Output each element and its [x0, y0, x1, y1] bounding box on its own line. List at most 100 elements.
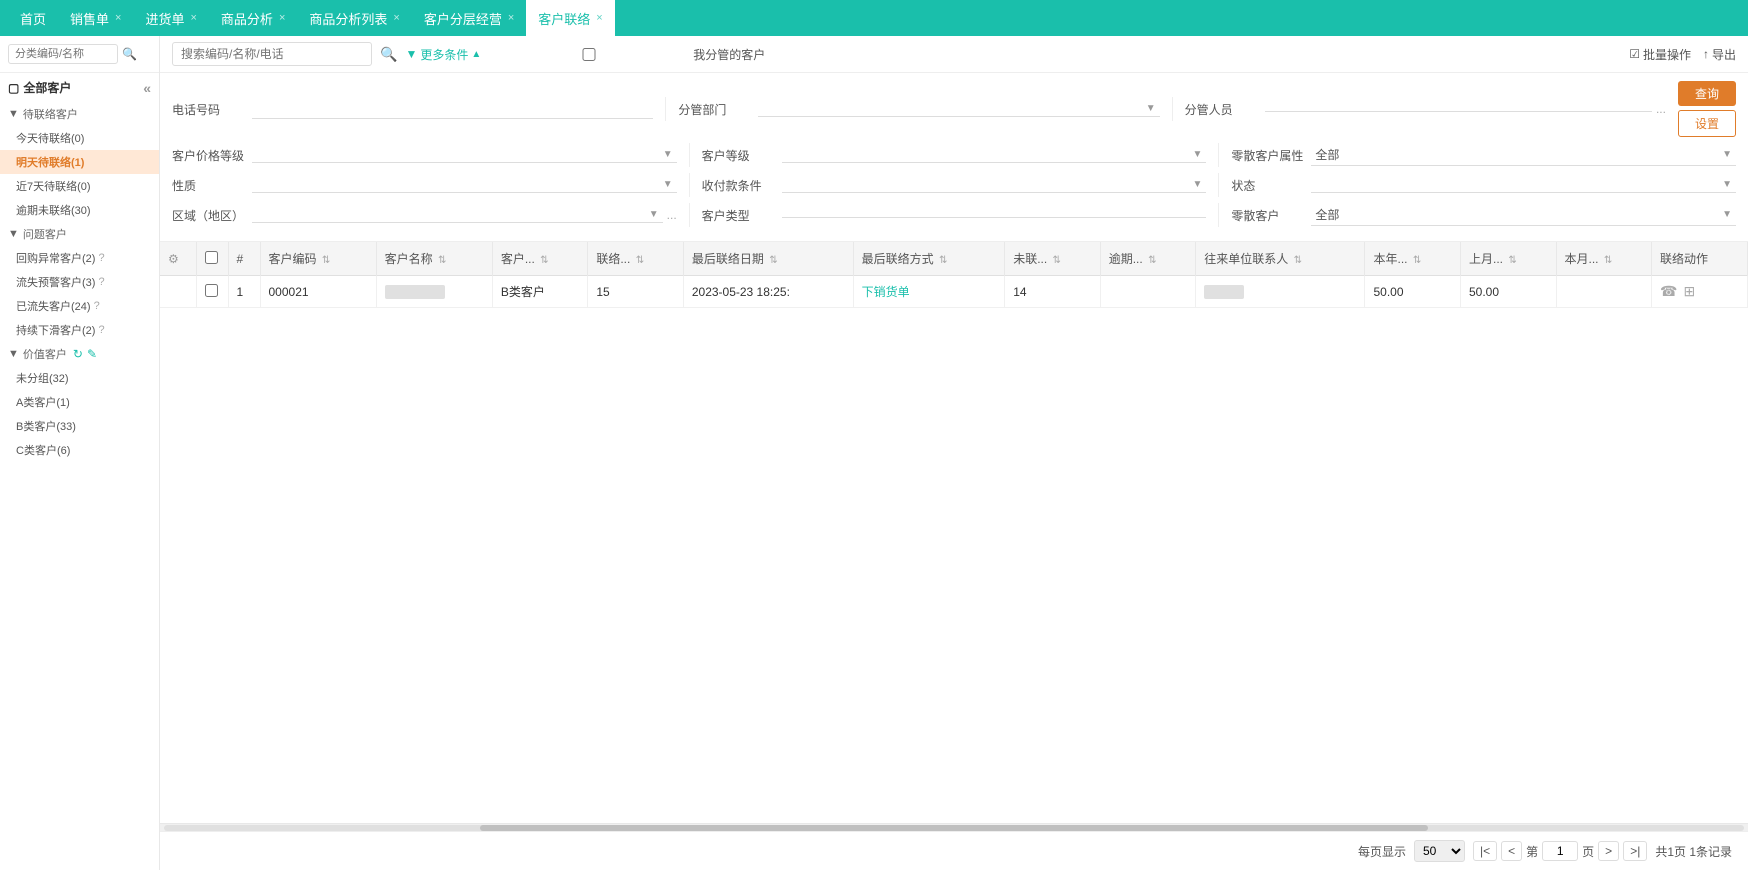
my-customers-checkbox[interactable]: [489, 48, 689, 61]
export-button[interactable]: ↑ 导出: [1703, 46, 1736, 63]
col-last-date[interactable]: 最后联络日期 ⇅: [683, 242, 853, 276]
help-icon-1[interactable]: ?: [98, 276, 104, 288]
area-dots-icon[interactable]: ...: [667, 208, 677, 222]
scrollbar-thumb[interactable]: [480, 825, 1428, 831]
per-page-select[interactable]: 50 100 200: [1414, 840, 1465, 862]
help-icon-0[interactable]: ?: [98, 252, 104, 264]
main-search-input[interactable]: [172, 42, 372, 66]
sidebar-item-class-b[interactable]: B类客户(33): [0, 414, 159, 438]
nav-analysis-close[interactable]: ×: [279, 12, 285, 24]
last-page-button[interactable]: >|: [1623, 841, 1647, 861]
table-settings-icon[interactable]: ⚙: [168, 252, 179, 266]
main-search-icon[interactable]: 🔍: [380, 46, 397, 63]
filter-payment: 收付款条件 ▼: [702, 177, 1207, 194]
filter-nature-select[interactable]: ▼: [252, 177, 677, 193]
sidebar-item-tomorrow[interactable]: 明天待联络(1): [0, 150, 159, 174]
col-this-year[interactable]: 本年... ⇅: [1365, 242, 1461, 276]
status-chevron-icon: ▼: [1722, 179, 1732, 190]
action-contact-icon[interactable]: ☎: [1660, 283, 1677, 300]
filter-payment-select[interactable]: ▼: [782, 177, 1207, 193]
sidebar-item-abnormal[interactable]: 回购异常客户(2) ?: [0, 246, 159, 270]
col-checkbox[interactable]: [196, 242, 228, 276]
col-no-contact[interactable]: 未联... ⇅: [1005, 242, 1101, 276]
row-checkbox-cell[interactable]: [196, 276, 228, 308]
page-nav: |< < 第 页 > >|: [1473, 841, 1647, 861]
nav-home[interactable]: 首页: [8, 0, 58, 36]
nav-purchase[interactable]: 进货单 ×: [133, 0, 208, 36]
filter-row-4: 区域（地区） ▼ ... 客户类型 零散客户 全部: [172, 203, 1736, 227]
col-last-method[interactable]: 最后联络方式 ⇅: [853, 242, 1005, 276]
prev-page-button[interactable]: <: [1501, 841, 1522, 861]
last-contact-method-link[interactable]: 下销货单: [862, 285, 910, 299]
value-edit-icon[interactable]: ✎: [87, 347, 97, 361]
filter-price-grade-select[interactable]: ▼: [252, 147, 677, 163]
filter-retail-attr-select[interactable]: 全部 ▼: [1311, 144, 1736, 166]
row-settings-cell: [160, 276, 196, 308]
sidebar-item-churned[interactable]: 已流失客户(24) ?: [0, 294, 159, 318]
sidebar-search-input[interactable]: [8, 44, 118, 64]
col-last-month[interactable]: 上月... ⇅: [1461, 242, 1557, 276]
sidebar-search-icon[interactable]: 🔍: [122, 47, 137, 61]
sidebar-item-7days[interactable]: 近7天待联络(0): [0, 174, 159, 198]
sidebar-pending-group[interactable]: ▼ 待联络客户: [0, 102, 159, 126]
col-settings[interactable]: ⚙: [160, 242, 196, 276]
nav-analysis[interactable]: 商品分析 ×: [209, 0, 297, 36]
filter-panel: 电话号码 分管部门 ▼ 分管人员 ...: [160, 73, 1748, 242]
my-customers-checkbox-label[interactable]: 我分管的客户: [489, 46, 765, 63]
nav-segment-close[interactable]: ×: [508, 12, 514, 24]
manager-dots-icon[interactable]: ...: [1656, 102, 1666, 116]
row-checkbox[interactable]: [205, 284, 218, 297]
filter-customer-grade-select[interactable]: ▼: [782, 147, 1207, 163]
nav-analysis-list-close[interactable]: ×: [393, 12, 399, 24]
col-this-month[interactable]: 本月... ⇅: [1556, 242, 1652, 276]
select-all-checkbox[interactable]: [205, 251, 218, 264]
sidebar-item-class-a[interactable]: A类客户(1): [0, 390, 159, 414]
sidebar-collapse-icon[interactable]: «: [143, 80, 151, 96]
nav-sales[interactable]: 销售单 ×: [58, 0, 133, 36]
col-contact[interactable]: 联络... ⇅: [588, 242, 684, 276]
nav-purchase-close[interactable]: ×: [190, 12, 196, 24]
filter-phone-input[interactable]: [252, 100, 653, 119]
query-button[interactable]: 查询: [1678, 81, 1736, 106]
pending-arrow-icon: ▼: [8, 108, 19, 120]
nav-sales-close[interactable]: ×: [115, 12, 121, 24]
help-icon-3[interactable]: ?: [98, 324, 104, 336]
batch-operation-button[interactable]: ☑ 批量操作: [1629, 46, 1691, 63]
set-button[interactable]: 设置: [1678, 110, 1736, 137]
col-type[interactable]: 客户... ⇅: [492, 242, 588, 276]
help-icon-2[interactable]: ?: [94, 300, 100, 312]
next-page-button[interactable]: >: [1598, 841, 1619, 861]
sidebar-item-class-c[interactable]: C类客户(6): [0, 438, 159, 462]
sidebar-item-churn-warning[interactable]: 流失预警客户(3) ?: [0, 270, 159, 294]
filter-status-select[interactable]: ▼: [1311, 177, 1736, 193]
horizontal-scrollbar[interactable]: [160, 823, 1748, 831]
col-unit-contact[interactable]: 往来单位联系人 ⇅: [1196, 242, 1365, 276]
page-input[interactable]: [1542, 841, 1578, 861]
col-overdue[interactable]: 逾期... ⇅: [1100, 242, 1196, 276]
nav-customer-contact[interactable]: 客户联络 ×: [526, 0, 614, 36]
row-method-cell[interactable]: 下销货单: [853, 276, 1005, 308]
filter-dept-select[interactable]: ▼: [758, 101, 1159, 117]
col-name[interactable]: 客户名称 ⇅: [376, 242, 492, 276]
value-refresh-icon[interactable]: ↻: [73, 347, 83, 361]
filter-area-select[interactable]: ▼: [252, 207, 663, 223]
filter-retail-customer-select[interactable]: 全部 ▼: [1311, 204, 1736, 226]
filter-manager-select[interactable]: [1265, 107, 1652, 112]
sidebar-all-customers[interactable]: ▢ 全部客户 «: [0, 73, 159, 102]
sidebar-item-today[interactable]: 今天待联络(0): [0, 126, 159, 150]
nav-analysis-list[interactable]: 商品分析列表 ×: [297, 0, 411, 36]
nav-customer-segment[interactable]: 客户分层经营 ×: [412, 0, 526, 36]
more-filter-button[interactable]: ▼ 更多条件 ▲: [405, 46, 481, 63]
sidebar-item-declining[interactable]: 持续下滑客户(2) ?: [0, 318, 159, 342]
sidebar-item-ungrouped[interactable]: 未分组(32): [0, 366, 159, 390]
sidebar-item-overdue[interactable]: 逾期未联络(30): [0, 198, 159, 222]
filter-customer-type-select[interactable]: [782, 213, 1207, 218]
nav-contact-close[interactable]: ×: [596, 12, 602, 24]
col-code[interactable]: 客户编码 ⇅: [260, 242, 376, 276]
sort-code-icon: ⇅: [322, 255, 330, 266]
sidebar-problem-group[interactable]: ▼ 问题客户: [0, 222, 159, 246]
sidebar-value-group[interactable]: ▼ 价值客户 ↻ ✎: [0, 342, 159, 366]
first-page-button[interactable]: |<: [1473, 841, 1497, 861]
action-more-icon[interactable]: ⊞: [1683, 283, 1695, 300]
sort-nocontact-icon: ⇅: [1053, 255, 1061, 266]
